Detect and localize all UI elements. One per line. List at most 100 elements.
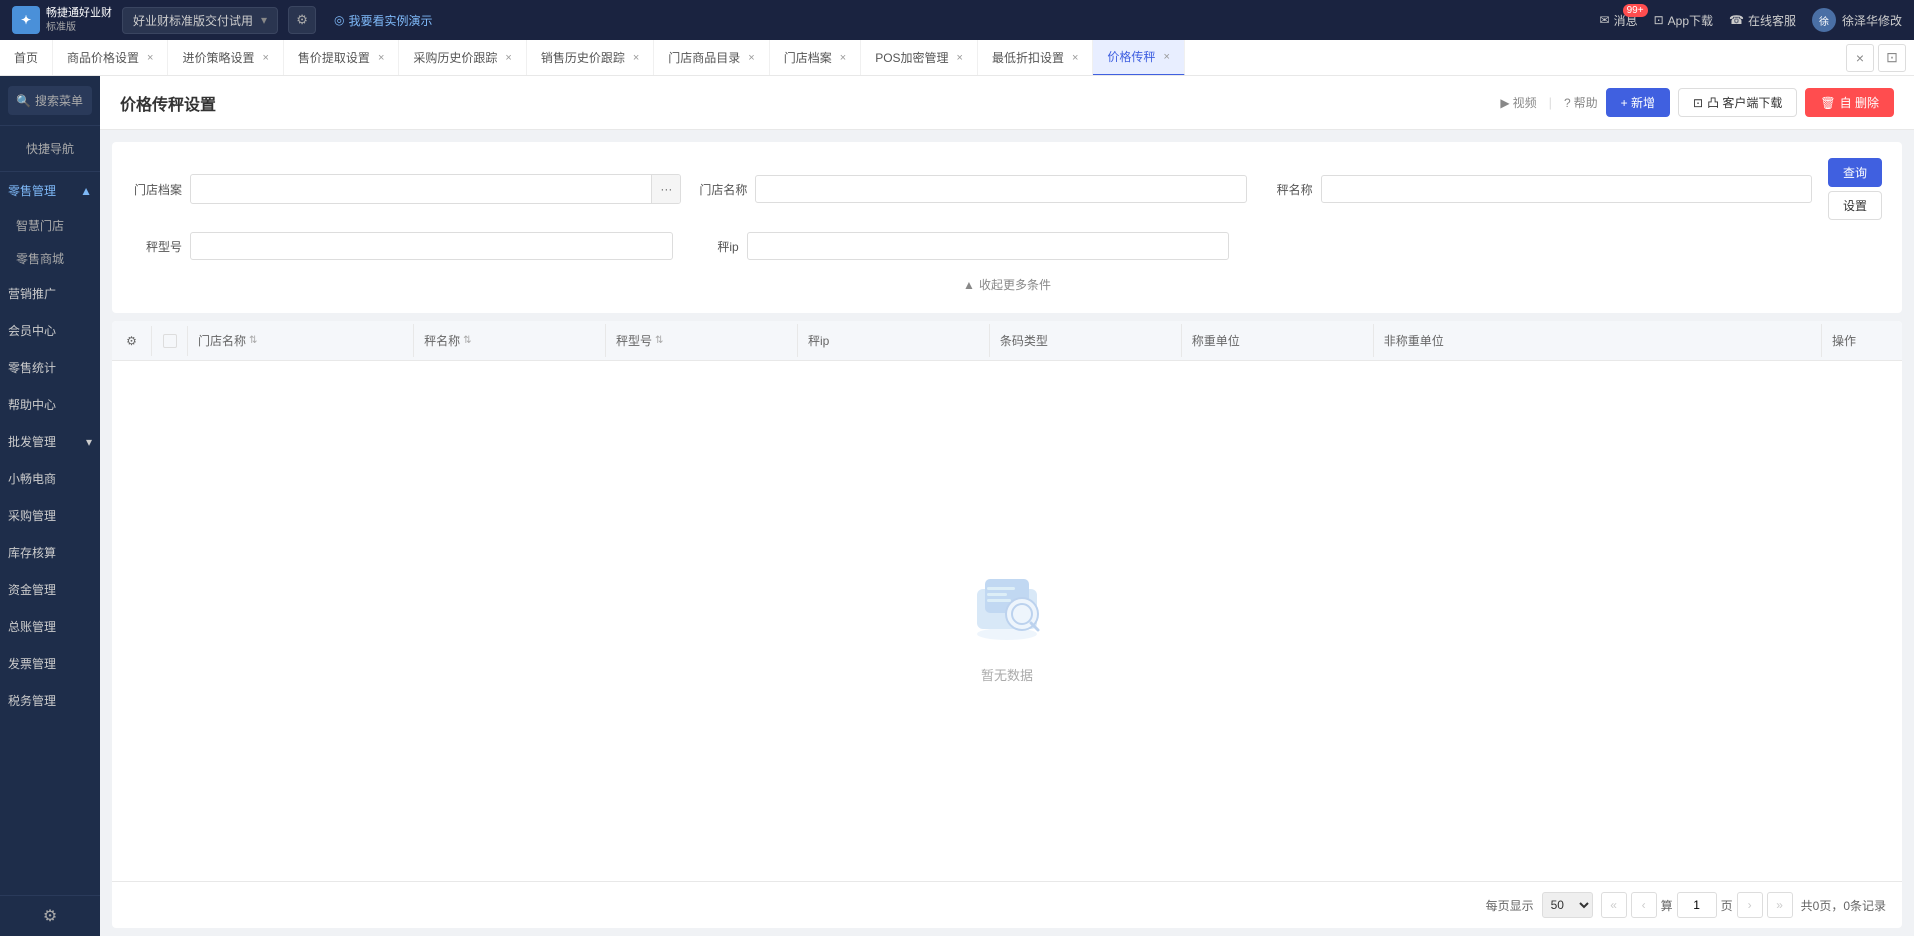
sidebar-item-purchase-mgmt[interactable]: 采购管理 [0, 497, 100, 534]
sidebar-item-mini-ecom[interactable]: 小畅电商 [0, 460, 100, 497]
video-label: 视频 [1513, 94, 1537, 111]
sort-icon[interactable]: ⇅ [463, 335, 471, 346]
sidebar-item-member-center[interactable]: 会员中心 [0, 312, 100, 349]
scale-name-input[interactable] [1321, 175, 1812, 203]
tab-pos-management[interactable]: POS加密管理 × [861, 40, 978, 76]
tab-price-scale-label: 价格传秤 [1107, 48, 1155, 65]
sidebar-item-help-center[interactable]: 帮助中心 [0, 386, 100, 423]
th-non-weight-unit: 非称重单位 [1374, 324, 1822, 357]
th-weight-unit-label: 称重单位 [1192, 332, 1240, 349]
store-file-field: 门店档案 ··· [132, 174, 681, 204]
download-icon: ⊡ [1693, 96, 1703, 110]
scale-model-field: 秤型号 [132, 232, 673, 260]
store-file-input[interactable] [191, 175, 651, 203]
th-settings[interactable]: ⚙ [112, 326, 152, 356]
sidebar-item-finance-mgmt[interactable]: 资金管理 [0, 571, 100, 608]
scale-ip-label: 秤ip [689, 238, 739, 255]
last-page-button[interactable]: » [1767, 892, 1793, 918]
tab-close-icon[interactable]: × [633, 52, 639, 64]
store-name-label: 门店名称 [697, 181, 747, 198]
tab-sale-price[interactable]: 售价提取设置 × [284, 40, 399, 76]
sidebar-item-wholesale-mgmt[interactable]: 批发管理 ▾ [0, 423, 100, 460]
gear-icon: ⚙ [296, 12, 308, 28]
tab-min-discount[interactable]: 最低折扣设置 × [978, 40, 1093, 76]
play-circle-icon: ◎ [334, 13, 344, 27]
video-link[interactable]: ▶ 视频 [1500, 94, 1536, 111]
tab-close-icon[interactable]: × [378, 52, 384, 64]
page-input[interactable] [1677, 892, 1717, 918]
app-download-button[interactable]: ⊡ App下载 [1654, 12, 1713, 29]
th-checkbox[interactable] [152, 326, 188, 356]
tab-close-icon[interactable]: × [1163, 51, 1169, 63]
tab-pos-management-label: POS加密管理 [875, 49, 948, 66]
tab-store-files[interactable]: 门店档案 × [770, 40, 861, 76]
prev-page-button[interactable]: ‹ [1631, 892, 1657, 918]
sidebar-item-retail-mgmt[interactable]: 零售管理 ▲ [0, 172, 100, 209]
select-all-checkbox[interactable] [163, 334, 177, 348]
per-page-select[interactable]: 50 10 20 100 [1542, 892, 1593, 918]
next-page-button[interactable]: › [1737, 892, 1763, 918]
help-link[interactable]: ? 帮助 [1564, 94, 1598, 111]
messages-badge: 99+ [1623, 4, 1648, 17]
collapse-bar: ▲ 收起更多条件 [132, 272, 1882, 297]
tab-close-icon[interactable]: × [505, 52, 511, 64]
maximize-tab-button[interactable]: ⊡ [1878, 44, 1906, 72]
sidebar-item-tax-mgmt[interactable]: 税务管理 [0, 682, 100, 719]
collapse-button[interactable]: ▲ 收起更多条件 [963, 276, 1051, 293]
download-client-button[interactable]: ⊡ 凸 客户端下载 [1678, 88, 1797, 117]
store-file-input-group: ··· [190, 174, 681, 204]
tab-close-icon[interactable]: × [262, 52, 268, 64]
sidebar-settings-button[interactable]: ⚙ [43, 906, 57, 926]
first-page-button[interactable]: « [1601, 892, 1627, 918]
delete-button[interactable]: 🗑 自 删除 [1805, 88, 1894, 117]
tab-close-icon[interactable]: × [1072, 52, 1078, 64]
sidebar-item-inventory[interactable]: 库存核算 [0, 534, 100, 571]
tab-close-icon[interactable]: × [147, 52, 153, 64]
search-menu-button[interactable]: 🔍 搜索菜单 [8, 86, 92, 115]
store-name-input[interactable] [755, 175, 1246, 203]
tab-close-icon[interactable]: × [957, 52, 963, 64]
sidebar-item-label: 小畅电商 [8, 470, 56, 487]
pagination: 每页显示 50 10 20 100 « ‹ 算 页 [112, 881, 1902, 928]
sidebar-quick-nav: 快捷导航 [0, 126, 100, 172]
search-button[interactable]: 查询 [1828, 158, 1882, 187]
quick-nav-label: 快捷导航 [26, 142, 74, 156]
sidebar-item-retail-mall[interactable]: 零售商城 [0, 242, 100, 275]
user-name: 徐泽华修改 [1842, 12, 1902, 29]
demo-link[interactable]: ◎ 我要看实例演示 [334, 12, 433, 29]
tab-close-icon[interactable]: × [840, 52, 846, 64]
store-file-ellipsis-button[interactable]: ··· [651, 175, 680, 203]
main-layout: 🔍 搜索菜单 快捷导航 零售管理 ▲ 智慧门店 零售商城 营销推广 会员中心 零… [0, 76, 1914, 936]
page-header: 价格传秤设置 ▶ 视频 | ? 帮助 + 新增 ⊡ 凸 客户端下载 [100, 76, 1914, 130]
messages-button[interactable]: ✉ 消息 99+ [1600, 12, 1638, 29]
topbar-settings-button[interactable]: ⚙ [288, 6, 316, 34]
tab-price-scale[interactable]: 价格传秤 × [1093, 40, 1184, 76]
sort-icon[interactable]: ⇅ [249, 335, 257, 346]
th-scale-ip: 秤ip [798, 324, 990, 357]
scale-model-input[interactable] [190, 232, 673, 260]
app-selector[interactable]: 好业财标准版交付试用 ▾ [122, 7, 278, 34]
sidebar-item-general-ledger[interactable]: 总账管理 [0, 608, 100, 645]
tab-store-catalog[interactable]: 门店商品目录 × [654, 40, 769, 76]
close-tab-button[interactable]: × [1846, 44, 1874, 72]
sidebar-item-smart-store[interactable]: 智慧门店 [0, 209, 100, 242]
sidebar-item-invoice-mgmt[interactable]: 发票管理 [0, 645, 100, 682]
sort-icon[interactable]: ⇅ [655, 335, 663, 346]
tab-purchase-history[interactable]: 采购历史价跟踪 × [399, 40, 526, 76]
tab-home[interactable]: 首页 [0, 40, 53, 76]
online-service-button[interactable]: ☎ 在线客服 [1729, 12, 1796, 29]
scale-ip-input[interactable] [747, 232, 1230, 260]
first-page-icon: « [1610, 898, 1617, 912]
sidebar-item-marketing[interactable]: 营销推广 [0, 275, 100, 312]
tab-sale-history[interactable]: 销售历史价跟踪 × [527, 40, 654, 76]
settings-form-button[interactable]: 设置 [1828, 191, 1882, 220]
add-button[interactable]: + 新增 [1606, 88, 1670, 117]
user-area[interactable]: 徐 徐泽华修改 [1812, 8, 1902, 32]
quick-nav-button[interactable]: 快捷导航 [0, 134, 100, 163]
tab-sale-price-label: 售价提取设置 [298, 49, 370, 66]
sidebar-item-retail-stats[interactable]: 零售统计 [0, 349, 100, 386]
tab-sale-history-label: 销售历史价跟踪 [541, 49, 625, 66]
tab-purchase-strategy[interactable]: 进价策略设置 × [168, 40, 283, 76]
tab-close-icon[interactable]: × [748, 52, 754, 64]
tab-price-settings[interactable]: 商品价格设置 × [53, 40, 168, 76]
